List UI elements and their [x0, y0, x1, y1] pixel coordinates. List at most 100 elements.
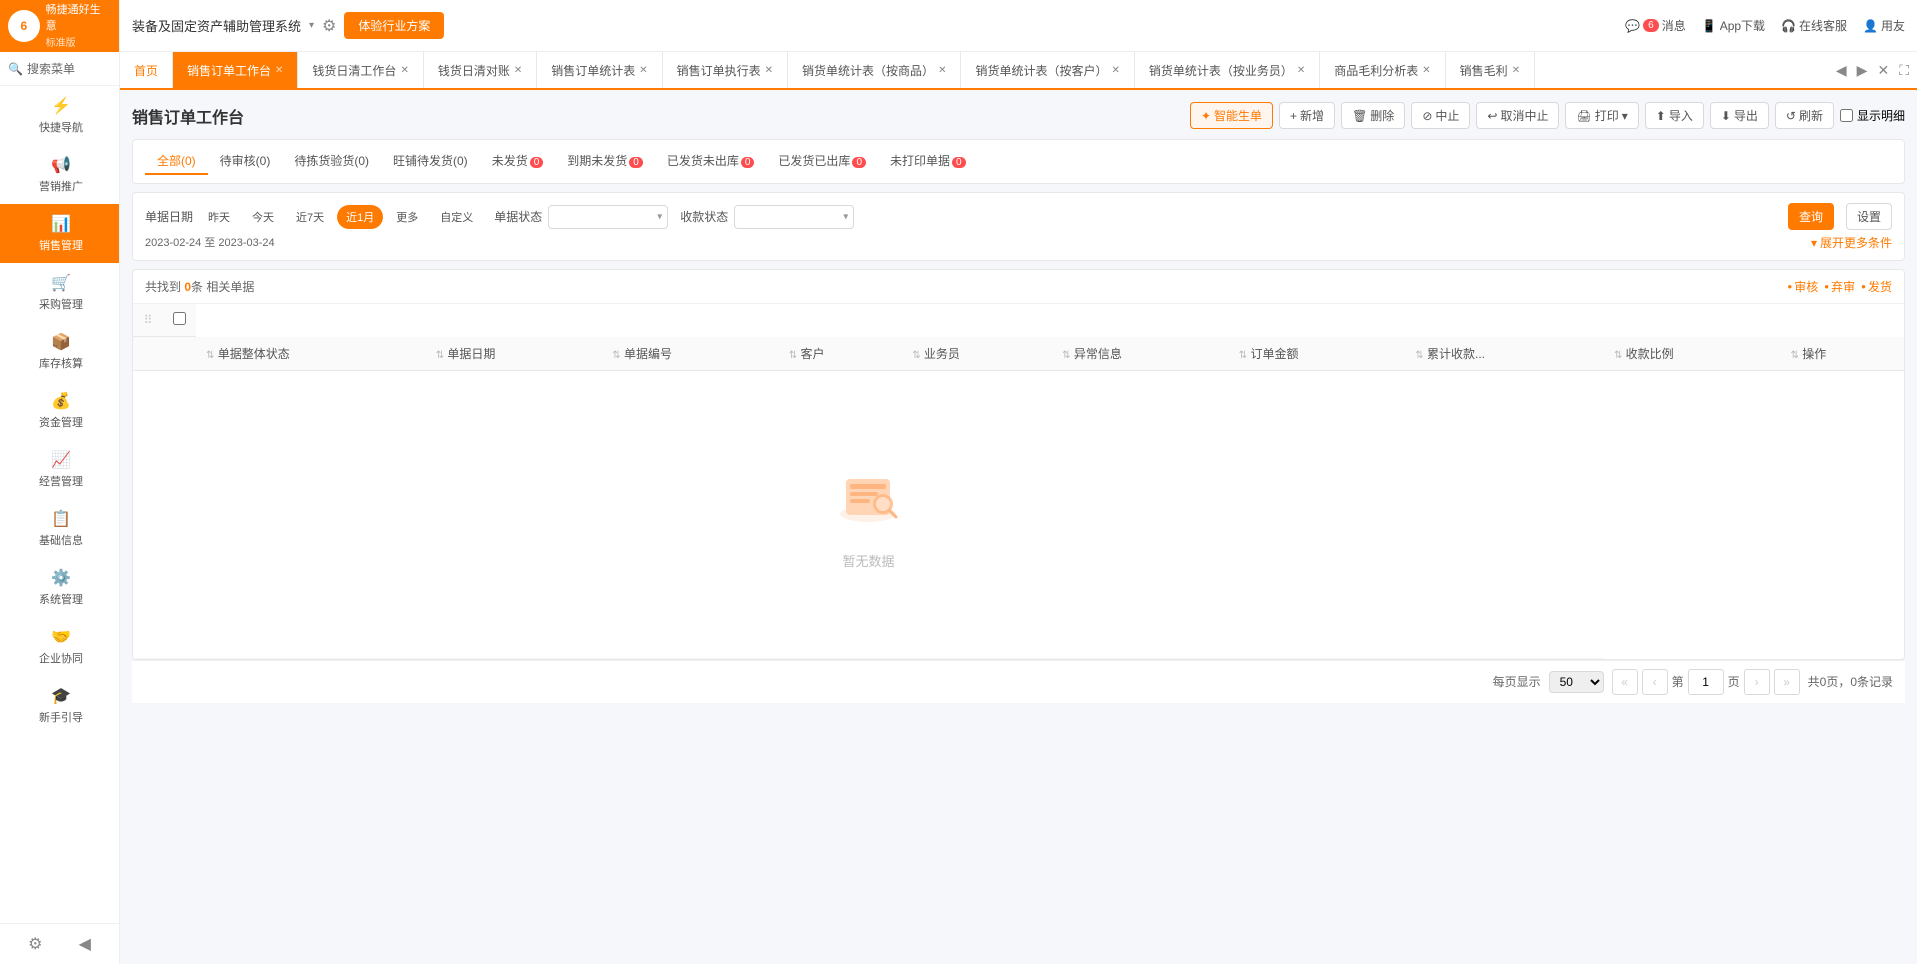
sidebar-search[interactable]: 🔍 搜索菜单 — [0, 52, 119, 86]
tab-cash-reconcile[interactable]: 钱货日清对账✕ — [424, 52, 537, 89]
date-btn-近7天[interactable]: 近7天 — [287, 205, 333, 229]
date-btn-今天[interactable]: 今天 — [243, 205, 283, 229]
tab-sales-summary-customer[interactable]: 销货单统计表（按客户）✕ — [961, 52, 1134, 89]
filter-tab-wangpu-ship[interactable]: 旺铺待发货(0) — [381, 148, 480, 175]
tab-close-sales-summary-staff[interactable]: ✕ — [1297, 65, 1305, 76]
detail-checkbox[interactable] — [1840, 109, 1853, 122]
cancel-suspend-button[interactable]: ↩ 取消中止 — [1476, 102, 1559, 129]
sidebar-item-operations[interactable]: 📈经营管理 — [0, 440, 119, 499]
settings-button[interactable]: 设置 — [1846, 203, 1892, 230]
tab-close-sales-order[interactable]: ✕ — [275, 65, 283, 76]
tab-cash-daily[interactable]: 钱货日清工作台 ✕ — [298, 52, 423, 89]
filter-tab-pending-inspect[interactable]: 待拣货验货(0) — [282, 148, 381, 175]
tab-close-sales-summary-product[interactable]: ✕ — [938, 65, 946, 76]
filter-tab-overdue-ship[interactable]: 到期未发货0 — [555, 148, 655, 175]
table-action-弃审[interactable]: 弃审 — [1824, 278, 1855, 295]
sidebar-item-enterprise[interactable]: 🤝企业协同 — [0, 617, 119, 676]
tab-sales-summary-staff[interactable]: 销货单统计表（按业务员）✕ — [1135, 52, 1320, 89]
expand-conditions-button[interactable]: ▾ 展开更多条件 — [1811, 234, 1892, 251]
tab-nav-right[interactable]: ▶ — [1853, 60, 1872, 81]
tab-close-all[interactable]: ✕ — [1873, 60, 1893, 81]
tab-fullscreen[interactable]: ⛶ — [1895, 60, 1913, 81]
sidebar-item-purchase[interactable]: 🛒采购管理 — [0, 263, 119, 322]
tab-sales-profit[interactable]: 销售毛利✕ — [1446, 52, 1535, 89]
tab-sales-order[interactable]: 销售订单工作台✕ — [173, 52, 298, 89]
tab-close-product-margin[interactable]: ✕ — [1422, 65, 1430, 76]
filter-tab-pending-review[interactable]: 待审核(0) — [208, 148, 283, 175]
chevron-down-icon[interactable]: ▾ — [309, 20, 314, 31]
page-number-input[interactable] — [1688, 669, 1724, 695]
sort-icon-status[interactable]: ⇅ — [206, 350, 214, 361]
sort-icon-customer[interactable]: ⇅ — [789, 350, 797, 361]
filter-tab-not-printed[interactable]: 未打印单据0 — [878, 148, 978, 175]
tab-sales-exec[interactable]: 销售订单执行表✕ — [663, 52, 788, 89]
table-action-审核[interactable]: 审核 — [1787, 278, 1818, 295]
sidebar-item-finance[interactable]: 💰资金管理 — [0, 381, 119, 440]
first-page-button[interactable]: « — [1612, 669, 1638, 695]
tab-home[interactable]: 首页 — [120, 52, 173, 89]
message-button[interactable]: 💬 6 消息 — [1625, 17, 1686, 34]
print-button[interactable]: 🖨 打印 ▾ — [1565, 102, 1638, 129]
sidebar-item-basic-info[interactable]: 📋基础信息 — [0, 499, 119, 558]
tab-close-sales-stats[interactable]: ✕ — [639, 65, 647, 76]
settings-icon[interactable]: ⚙ — [28, 934, 42, 954]
filter-tab-shipped-not-out[interactable]: 已发货未出库0 — [655, 148, 767, 175]
tab-nav-left[interactable]: ◀ — [1832, 60, 1851, 81]
sidebar-item-sales[interactable]: 📊销售管理 — [0, 204, 119, 263]
query-button[interactable]: 查询 — [1788, 203, 1834, 230]
status-select[interactable] — [548, 205, 668, 229]
app-download-button[interactable]: 📱 App下载 — [1702, 17, 1765, 34]
sort-icon-abnormal[interactable]: ⇅ — [1062, 350, 1070, 361]
ai-generate-button[interactable]: ✦ 智能生单 — [1190, 102, 1273, 129]
sidebar-item-inventory[interactable]: 📦库存核算 — [0, 322, 119, 381]
tab-sales-stats[interactable]: 销售订单统计表 ✕ — [537, 52, 662, 89]
refresh-button[interactable]: ↺ 刷新 — [1775, 102, 1834, 129]
sort-icon-amount[interactable]: ⇅ — [1239, 350, 1247, 361]
sidebar-item-marketing[interactable]: 📢营销推广 — [0, 145, 119, 204]
sort-icon-number[interactable]: ⇅ — [612, 350, 620, 361]
user-menu[interactable]: 👤 用友 — [1863, 17, 1905, 34]
sort-icon-ratio[interactable]: ⇅ — [1614, 350, 1622, 361]
import-button[interactable]: ⬆ 导入 — [1645, 102, 1704, 129]
last-page-button[interactable]: » — [1774, 669, 1800, 695]
next-page-button[interactable]: › — [1744, 669, 1770, 695]
select-all-checkbox[interactable] — [173, 312, 186, 325]
th-checkbox[interactable] — [163, 304, 196, 337]
tab-label-sales-stats: 销售订单统计表 — [551, 62, 635, 79]
topbar-gear-icon[interactable]: ⚙ — [322, 16, 336, 36]
filter-tab-not-shipped[interactable]: 未发货0 — [480, 148, 556, 175]
tab-product-margin[interactable]: 商品毛利分析表✕ — [1320, 52, 1445, 89]
date-btn-昨天[interactable]: 昨天 — [199, 205, 239, 229]
add-button[interactable]: + 新增 — [1279, 102, 1335, 129]
sort-icon-staff[interactable]: ⇅ — [912, 350, 920, 361]
online-service-button[interactable]: 🎧 在线客服 — [1781, 17, 1847, 34]
export-button[interactable]: ⬇ 导出 — [1710, 102, 1769, 129]
tab-sales-summary-product[interactable]: 销货单统计表（按商品）✕ — [788, 52, 961, 89]
filter-tab-shipped-out[interactable]: 已发货已出库0 — [766, 148, 878, 175]
tab-close-cash-daily[interactable]: ✕ — [400, 65, 408, 76]
filter-tab-all[interactable]: 全部(0) — [145, 148, 208, 175]
page-size-select[interactable]: 102050100 — [1549, 671, 1604, 693]
tab-close-cash-reconcile[interactable]: ✕ — [514, 65, 522, 76]
sort-icon-date[interactable]: ⇅ — [436, 350, 444, 361]
sidebar-item-system[interactable]: ⚙️系统管理 — [0, 558, 119, 617]
delete-button[interactable]: 🗑 删除 — [1341, 102, 1405, 129]
detail-toggle[interactable]: 显示明细 — [1840, 107, 1905, 124]
suspend-button[interactable]: ⊘ 中止 — [1411, 102, 1470, 129]
tab-close-sales-exec[interactable]: ✕ — [765, 65, 773, 76]
tab-label-cash-daily: 钱货日清工作台 — [312, 62, 396, 79]
sort-icon-collected[interactable]: ⇅ — [1415, 350, 1423, 361]
tab-close-sales-summary-customer[interactable]: ✕ — [1111, 65, 1119, 76]
sidebar-item-quick-nav[interactable]: ⚡快捷导航 — [0, 86, 119, 145]
prev-page-button[interactable]: ‹ — [1642, 669, 1668, 695]
sidebar-item-newbie[interactable]: 🎓新手引导 — [0, 676, 119, 735]
date-btn-自定义[interactable]: 自定义 — [431, 205, 482, 229]
collapse-icon[interactable]: ◀ — [79, 934, 91, 954]
industry-solution-button[interactable]: 体验行业方案 — [344, 12, 444, 39]
date-btn-近1月[interactable]: 近1月 — [337, 205, 383, 229]
sort-icon-operation[interactable]: ⇅ — [1791, 350, 1799, 361]
payment-select[interactable] — [734, 205, 854, 229]
table-action-发货[interactable]: 发货 — [1861, 278, 1892, 295]
date-btn-更多[interactable]: 更多 — [387, 205, 427, 229]
tab-close-sales-profit[interactable]: ✕ — [1512, 65, 1520, 76]
